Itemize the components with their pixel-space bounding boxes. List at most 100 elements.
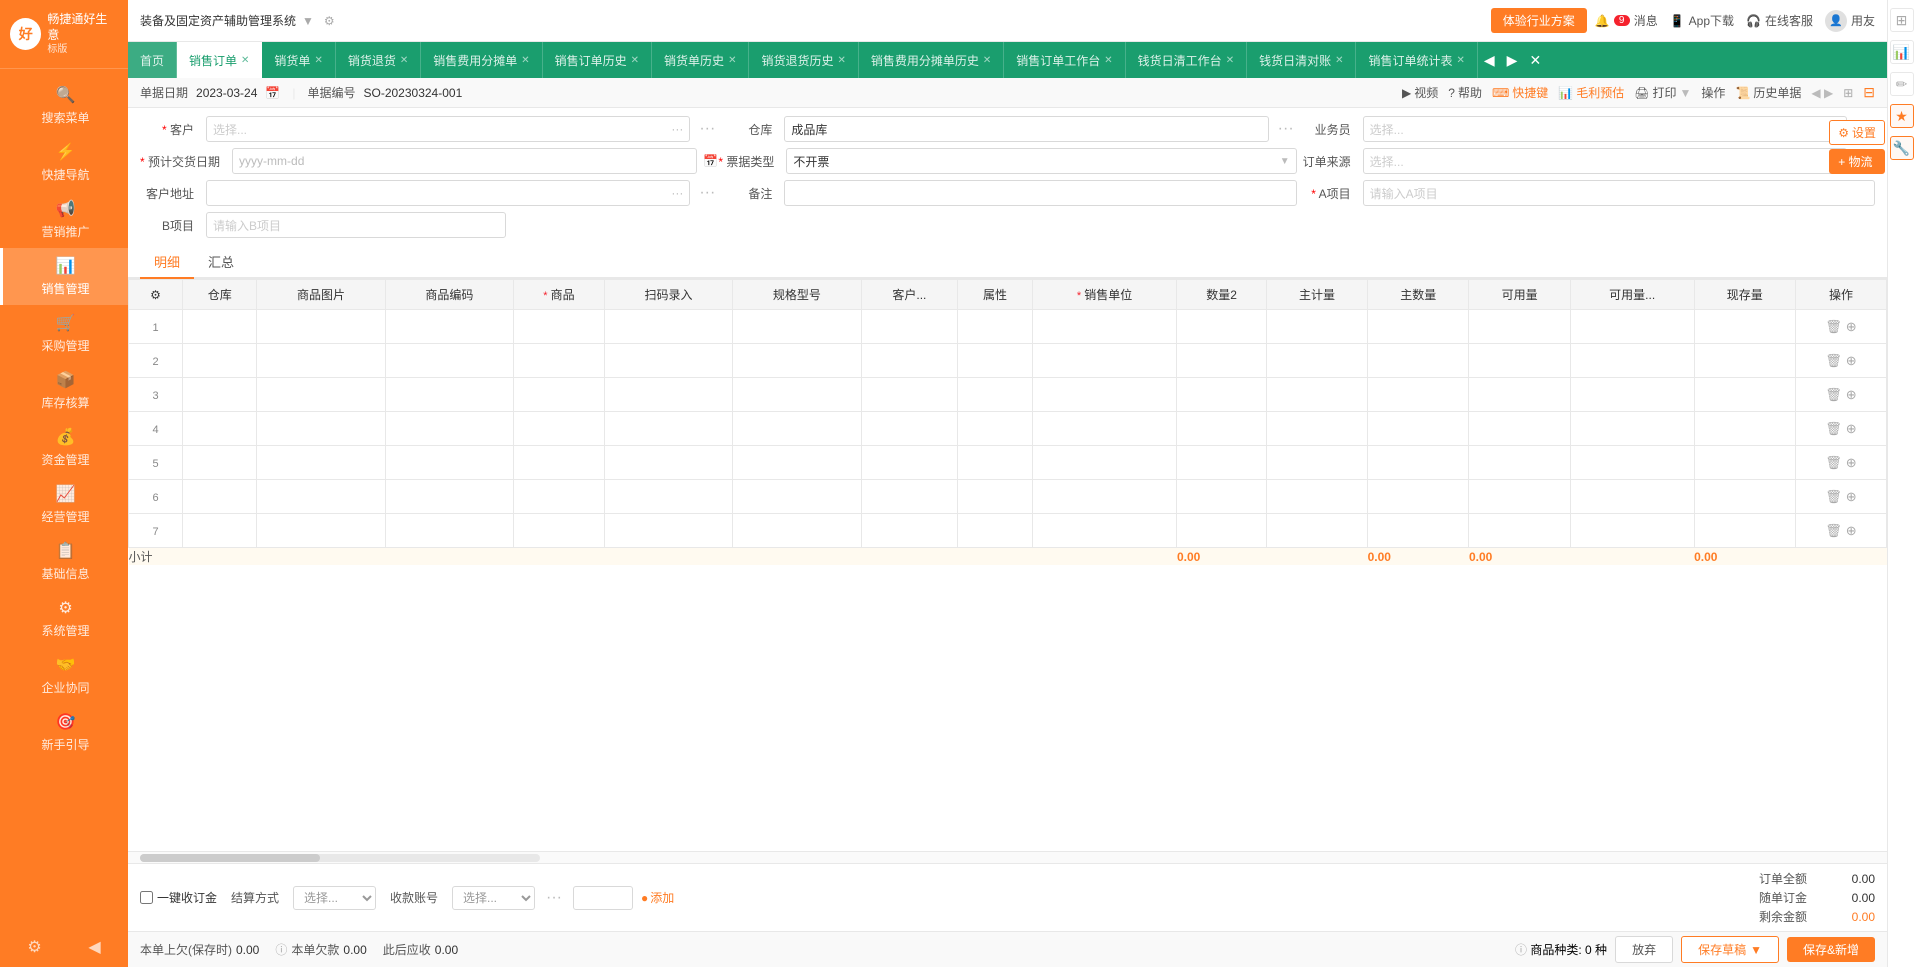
account-select[interactable]: 选择... bbox=[452, 886, 535, 910]
sidebar-item-系统管理[interactable]: ⚙系统管理 bbox=[0, 590, 128, 647]
copy-icon[interactable]: ⊕ bbox=[1846, 489, 1857, 505]
warehouse-dots[interactable]: ··· bbox=[1275, 120, 1297, 138]
delete-icon[interactable]: 🗑 bbox=[1825, 523, 1842, 539]
right-panel-icon-2[interactable]: 📊 bbox=[1890, 40, 1914, 64]
topbar-dropdown-icon[interactable]: ▼ bbox=[302, 14, 314, 28]
delete-icon[interactable]: 🗑 bbox=[1825, 353, 1842, 369]
sidebar-item-库存核算[interactable]: 📦库存核算 bbox=[0, 362, 128, 419]
save-draft-button[interactable]: 保存草稿 ▼ bbox=[1681, 936, 1779, 963]
order-source-input[interactable]: 选择... bbox=[1363, 148, 1847, 174]
delete-icon[interactable]: 🗑 bbox=[1825, 421, 1842, 437]
a-project-input[interactable]: 请输入A项目 bbox=[1363, 180, 1875, 206]
tab-销货退货[interactable]: 销货退货 ✕ bbox=[336, 42, 421, 78]
profit-btn[interactable]: 📊 毛利预估 bbox=[1558, 84, 1624, 101]
tab-close-all-btn[interactable]: ✕ bbox=[1523, 42, 1547, 78]
sidebar-collapse-icon[interactable]: ◀ bbox=[88, 937, 100, 957]
tab-close-5[interactable]: ✕ bbox=[631, 55, 639, 66]
grid-icon[interactable]: ⊞ bbox=[1843, 86, 1853, 100]
user-item[interactable]: 👤 用友 bbox=[1825, 10, 1875, 32]
settings-btn[interactable]: ⚙ 设置 bbox=[1829, 120, 1885, 145]
add-btn[interactable]: ● 添加 bbox=[641, 889, 674, 906]
add-material-btn[interactable]: + 物流 bbox=[1829, 149, 1885, 174]
copy-icon[interactable]: ⊕ bbox=[1846, 387, 1857, 403]
sidebar-item-销售管理[interactable]: 📊销售管理 bbox=[0, 248, 128, 305]
tab-销售订单统计表[interactable]: 销售订单统计表 ✕ bbox=[1356, 42, 1477, 78]
help-btn[interactable]: ? 帮助 bbox=[1448, 84, 1482, 101]
sidebar-item-基础信息[interactable]: 📋基础信息 bbox=[0, 533, 128, 590]
one-click-label[interactable]: 一键收订金 bbox=[140, 889, 217, 906]
tab-钱货日清对账[interactable]: 钱货日清对账 ✕ bbox=[1247, 42, 1356, 78]
tab-close-2[interactable]: ✕ bbox=[314, 55, 322, 66]
sidebar-item-搜索菜单[interactable]: 🔍搜索菜单 bbox=[0, 77, 128, 134]
tab-close-7[interactable]: ✕ bbox=[837, 55, 845, 66]
tab-首页[interactable]: 首页 bbox=[128, 42, 177, 78]
customer-input[interactable]: 选择... bbox=[206, 116, 690, 142]
copy-icon[interactable]: ⊕ bbox=[1846, 353, 1857, 369]
view-btn[interactable]: ▶ 视频 bbox=[1402, 84, 1438, 101]
tab-close-8[interactable]: ✕ bbox=[983, 55, 991, 66]
sidebar-item-采购管理[interactable]: 🛒采购管理 bbox=[0, 305, 128, 362]
tab-next-btn[interactable]: ▶ bbox=[1501, 42, 1524, 78]
copy-icon[interactable]: ⊕ bbox=[1846, 455, 1857, 471]
warehouse-input[interactable]: 成品库 bbox=[784, 116, 1268, 142]
th-scan[interactable]: 扫码录入 bbox=[604, 280, 732, 310]
delete-icon[interactable]: 🗑 bbox=[1825, 489, 1842, 505]
customer-dots[interactable]: ··· bbox=[696, 120, 718, 138]
shortcut-btn[interactable]: ⌨ 快捷键 bbox=[1492, 84, 1548, 101]
table-wrapper[interactable]: ⚙仓库商品图片商品编码商品扫码录入规格型号客户...属性销售单位数量2主计量主数… bbox=[128, 279, 1887, 851]
delivery-input[interactable]: yyyy-mm-dd bbox=[232, 148, 697, 174]
history-btn[interactable]: 📜 历史单据 bbox=[1735, 84, 1801, 101]
copy-icon[interactable]: ⊕ bbox=[1846, 421, 1857, 437]
save-new-button[interactable]: 保存&新增 bbox=[1787, 937, 1875, 962]
tab-close-12[interactable]: ✕ bbox=[1457, 55, 1465, 66]
tab-销货退货历史[interactable]: 销货退货历史 ✕ bbox=[749, 42, 858, 78]
tab-钱货日清工作台[interactable]: 钱货日清工作台 ✕ bbox=[1126, 42, 1247, 78]
discard-button[interactable]: 放弃 bbox=[1615, 936, 1673, 963]
tab-销售费用分摊单[interactable]: 销售费用分摊单 ✕ bbox=[421, 42, 542, 78]
addr-input[interactable] bbox=[206, 180, 690, 206]
right-panel-icon-5[interactable]: 🔧 bbox=[1890, 136, 1914, 160]
detail-tab-汇总[interactable]: 汇总 bbox=[194, 246, 248, 279]
account-dots[interactable]: ··· bbox=[543, 889, 565, 907]
scroll-thumb[interactable] bbox=[140, 854, 320, 862]
tab-销货单历史[interactable]: 销货单历史 ✕ bbox=[652, 42, 749, 78]
tab-close-3[interactable]: ✕ bbox=[400, 55, 408, 66]
b-project-input[interactable]: 请输入B项目 bbox=[206, 212, 506, 238]
payment-select[interactable]: 选择... bbox=[293, 886, 376, 910]
copy-icon[interactable]: ⊕ bbox=[1846, 523, 1857, 539]
topbar-settings-icon[interactable]: ⚙ bbox=[324, 14, 335, 28]
app-download-item[interactable]: 📱 App下载 bbox=[1670, 12, 1734, 29]
tab-close-11[interactable]: ✕ bbox=[1335, 55, 1343, 66]
notifications-item[interactable]: 🔔 9 消息 bbox=[1595, 12, 1658, 29]
tab-prev-btn[interactable]: ◀ bbox=[1478, 42, 1501, 78]
right-panel-icon-1[interactable]: ⊞ bbox=[1890, 8, 1914, 32]
print-btn[interactable]: 🖨 打印 ▼ bbox=[1634, 84, 1691, 101]
copy-icon[interactable]: ⊕ bbox=[1846, 319, 1857, 335]
sidebar-settings-icon[interactable]: ⚙ bbox=[27, 937, 41, 957]
delete-icon[interactable]: 🗑 bbox=[1825, 455, 1842, 471]
date-value[interactable]: 2023-03-24 bbox=[196, 86, 257, 100]
one-click-checkbox[interactable] bbox=[140, 891, 153, 904]
tab-close-1[interactable]: ✕ bbox=[241, 55, 249, 66]
delete-icon[interactable]: 🗑 bbox=[1825, 319, 1842, 335]
solution-button[interactable]: 体验行业方案 bbox=[1491, 8, 1587, 33]
operation-btn[interactable]: 操作 bbox=[1701, 84, 1725, 101]
tab-close-4[interactable]: ✕ bbox=[521, 55, 529, 66]
sidebar-item-新手引导[interactable]: 🎯新手引导 bbox=[0, 704, 128, 761]
tab-销售订单历史[interactable]: 销售订单历史 ✕ bbox=[543, 42, 652, 78]
scan-btn[interactable]: 扫码录入 bbox=[645, 288, 693, 302]
right-panel-icon-4[interactable]: ★ bbox=[1890, 104, 1914, 128]
note-input[interactable] bbox=[784, 180, 1296, 206]
right-panel-icon-3[interactable]: ✏ bbox=[1890, 72, 1914, 96]
sidebar-item-资金管理[interactable]: 💰资金管理 bbox=[0, 419, 128, 476]
salesperson-input[interactable]: 选择... bbox=[1363, 116, 1847, 142]
sidebar-item-快捷导航[interactable]: ⚡快捷导航 bbox=[0, 134, 128, 191]
delete-icon[interactable]: 🗑 bbox=[1825, 387, 1842, 403]
expand-icon[interactable]: ⊟ bbox=[1863, 84, 1875, 101]
sidebar-item-营销推广[interactable]: 📢营销推广 bbox=[0, 191, 128, 248]
amount-input[interactable]: 0.00 bbox=[573, 886, 633, 910]
tab-close-6[interactable]: ✕ bbox=[728, 55, 736, 66]
delivery-calendar-icon[interactable]: 📅 bbox=[703, 154, 718, 168]
online-service-item[interactable]: 🎧 在线客服 bbox=[1746, 12, 1813, 29]
tab-close-10[interactable]: ✕ bbox=[1226, 55, 1234, 66]
